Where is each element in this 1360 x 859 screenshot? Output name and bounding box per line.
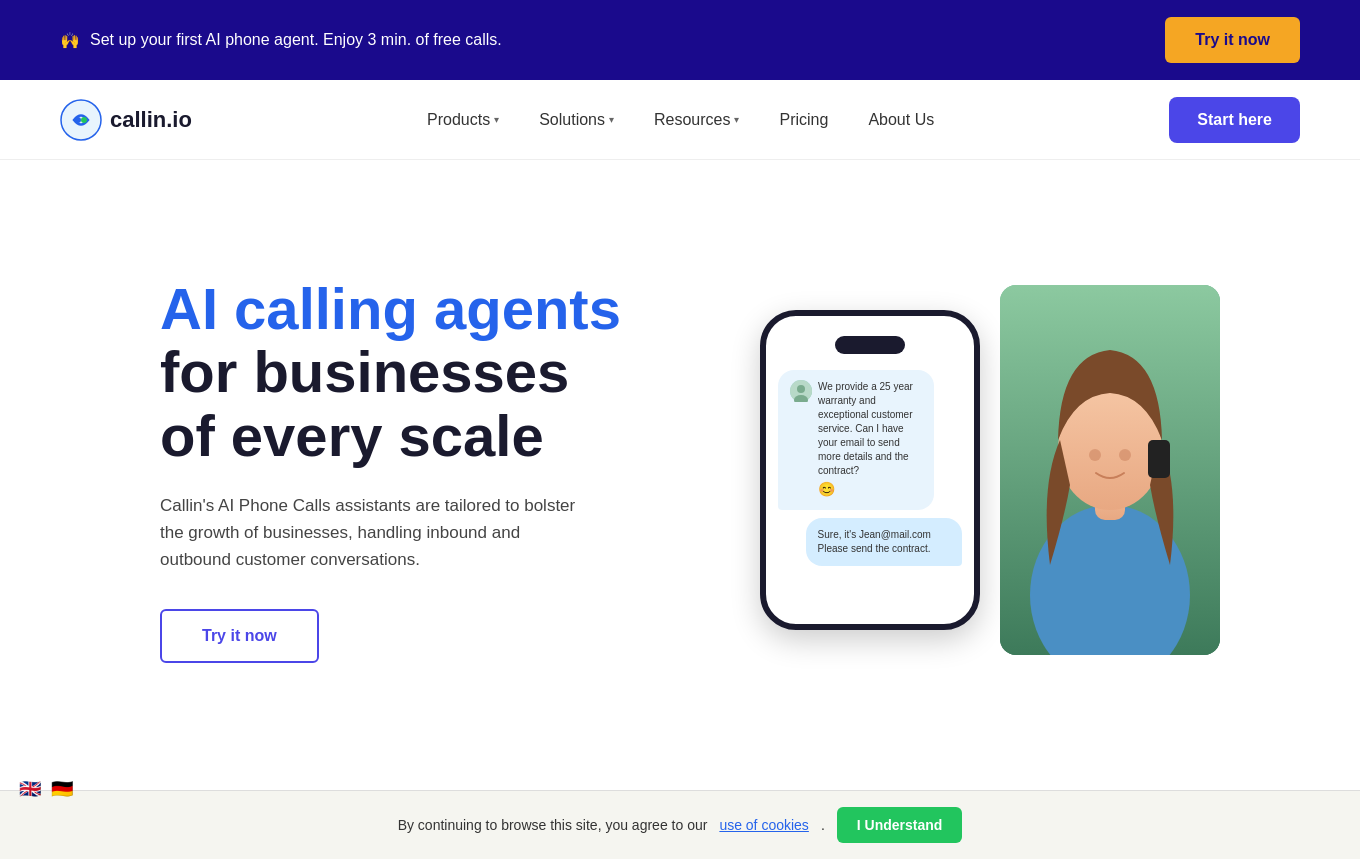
hero-section: AI calling agents for businesses of ever… bbox=[0, 160, 1360, 760]
phone-notch bbox=[835, 336, 905, 354]
logo[interactable]: callin.io bbox=[60, 99, 192, 141]
hero-title: AI calling agents for businesses of ever… bbox=[160, 277, 640, 468]
chevron-down-icon: ▾ bbox=[609, 114, 614, 125]
banner-message: 🙌 Set up your first AI phone agent. Enjo… bbox=[60, 31, 502, 50]
chat-bubble-received-1: We provide a 25 year warranty and except… bbox=[778, 370, 934, 510]
chat-bubble-sent-1: Sure, it's Jean@mail.com Please send the… bbox=[806, 518, 962, 566]
nav-item-pricing[interactable]: Pricing bbox=[763, 103, 844, 137]
nav-products-label: Products bbox=[427, 111, 490, 129]
phone-mockup: We provide a 25 year warranty and except… bbox=[760, 310, 980, 630]
navbar: callin.io Products ▾ Solutions ▾ Resourc… bbox=[0, 80, 1360, 160]
logo-text: callin.io bbox=[110, 107, 192, 133]
top-banner: 🙌 Set up your first AI phone agent. Enjo… bbox=[0, 0, 1360, 80]
hero-images: We provide a 25 year warranty and except… bbox=[680, 285, 1300, 655]
nav-item-about[interactable]: About Us bbox=[852, 103, 950, 137]
chevron-down-icon: ▾ bbox=[494, 114, 499, 125]
banner-emoji: 🙌 bbox=[60, 31, 80, 50]
hero-subtitle: Callin's AI Phone Calls assistants are t… bbox=[160, 492, 580, 574]
person-image bbox=[1000, 285, 1220, 655]
hero-title-highlight: AI calling agents bbox=[160, 276, 621, 341]
start-here-button[interactable]: Start here bbox=[1169, 97, 1300, 143]
banner-cta-button[interactable]: Try it now bbox=[1165, 17, 1300, 63]
svg-point-1 bbox=[75, 117, 81, 123]
nav-item-solutions[interactable]: Solutions ▾ bbox=[523, 103, 630, 137]
nav-item-resources[interactable]: Resources ▾ bbox=[638, 103, 755, 137]
nav-links: Products ▾ Solutions ▾ Resources ▾ Prici… bbox=[411, 103, 950, 137]
person-silhouette bbox=[1000, 285, 1220, 655]
nav-pricing-label: Pricing bbox=[779, 111, 828, 129]
svg-point-4 bbox=[797, 385, 805, 393]
svg-rect-12 bbox=[1148, 440, 1170, 478]
banner-text-content: Set up your first AI phone agent. Enjoy … bbox=[90, 31, 502, 49]
chevron-down-icon: ▾ bbox=[734, 114, 739, 125]
svg-point-11 bbox=[1119, 449, 1131, 461]
chat-text-1: We provide a 25 year warranty and except… bbox=[818, 380, 922, 500]
hero-cta-button[interactable]: Try it now bbox=[160, 609, 319, 663]
hero-content: AI calling agents for businesses of ever… bbox=[160, 277, 640, 664]
svg-point-2 bbox=[81, 117, 87, 123]
hero-title-rest: for businesses of every scale bbox=[160, 339, 569, 468]
chat-area: We provide a 25 year warranty and except… bbox=[778, 370, 962, 612]
nav-solutions-label: Solutions bbox=[539, 111, 605, 129]
logo-icon bbox=[60, 99, 102, 141]
chat-avatar bbox=[790, 380, 812, 402]
svg-point-10 bbox=[1089, 449, 1101, 461]
emoji-reaction: 😊 bbox=[818, 480, 922, 500]
nav-about-label: About Us bbox=[868, 111, 934, 129]
nav-item-products[interactable]: Products ▾ bbox=[411, 103, 515, 137]
nav-resources-label: Resources bbox=[654, 111, 730, 129]
